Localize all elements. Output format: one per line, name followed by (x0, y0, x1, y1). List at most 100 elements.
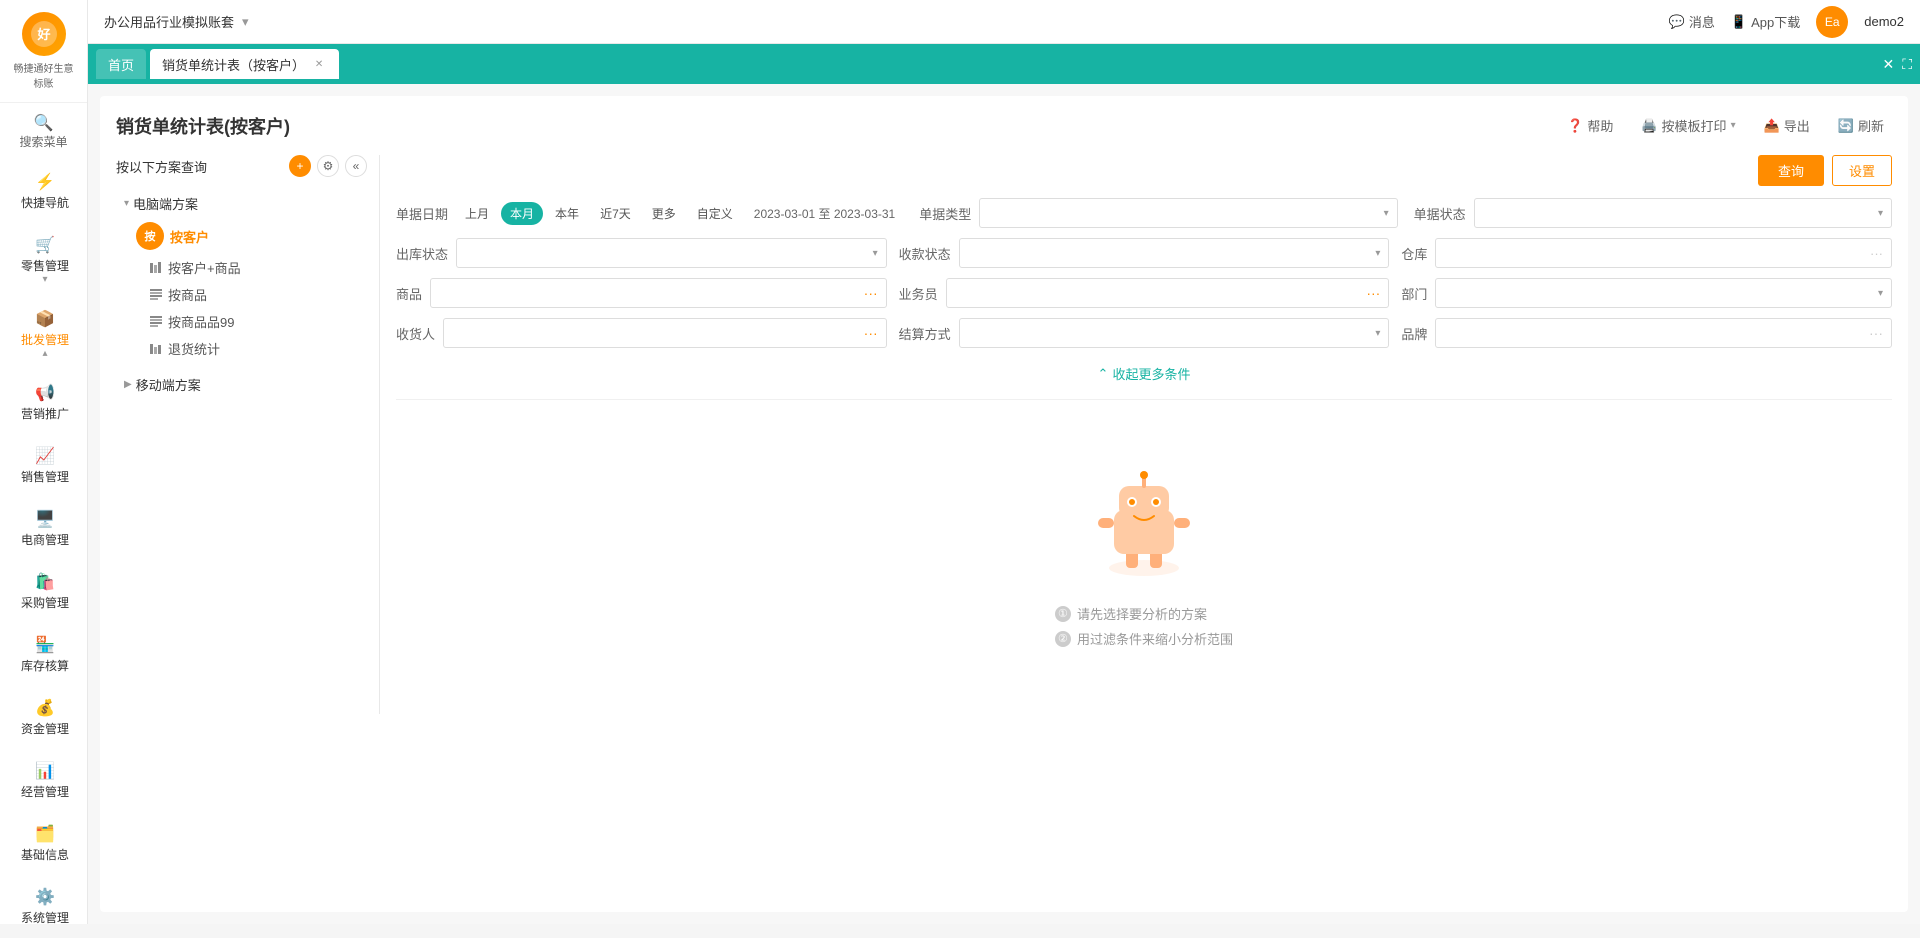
settings-scheme-button[interactable]: ⚙ (317, 155, 339, 177)
sidebar-logo-subtitle: 标账 (8, 75, 79, 90)
salesperson-label: 业务员 (899, 284, 938, 303)
date-btn-custom[interactable]: 自定义 (688, 202, 742, 225)
left-panel-header: 按以下方案查询 + ⚙ « (116, 155, 367, 177)
top-header: 办公用品行业模拟账套 ▾ 💬 消息 📱 App下载 Ea demo2 (88, 0, 1920, 44)
active-dot: 按 (136, 222, 164, 250)
sidebar-item-inventory[interactable]: 🏪 库存核算 (0, 623, 87, 686)
doc-type-select[interactable]: ▾ (979, 198, 1397, 228)
collapse-more-conditions[interactable]: ⌃ 收起更多条件 (396, 356, 1892, 391)
user-name[interactable]: demo2 (1864, 14, 1904, 29)
logo-icon: 好 (22, 12, 66, 56)
action-buttons: 查询 设置 (396, 155, 1892, 186)
date-btn-this-month[interactable]: 本月 (501, 202, 543, 225)
app-download-label: App下载 (1751, 12, 1800, 31)
tree-item-by-customer[interactable]: 按 按客户 (128, 218, 367, 254)
sidebar-item-ecommerce[interactable]: 🖥️ 电商管理 (0, 497, 87, 560)
sidebar-item-quick-nav[interactable]: ⚡ 快捷导航 (0, 160, 87, 223)
date-btn-this-year[interactable]: 本年 (546, 202, 588, 225)
sidebar-wholesale-label: 批发管理 (11, 331, 79, 348)
tab-actions: ✕ ⛶ (1882, 56, 1912, 73)
product-select[interactable]: ··· (430, 278, 887, 308)
sidebar: 好 畅捷通好生意 标账 🔍 搜索菜单 ⚡ 快捷导航 🛒 零售管理 ▾ 📦 批发管… (0, 0, 88, 924)
sidebar-search-label: 搜索菜单 (8, 133, 79, 150)
refresh-button[interactable]: 🔄 刷新 (1830, 112, 1892, 139)
sidebar-item-system[interactable]: ⚙️ 系统管理 (0, 875, 87, 938)
collapse-panel-button[interactable]: « (345, 155, 367, 177)
sidebar-item-basic[interactable]: 🗂️ 基础信息 (0, 812, 87, 875)
app-title: 办公用品行业模拟账套 (104, 12, 234, 31)
export-label: 导出 (1784, 116, 1810, 135)
message-label: 消息 (1689, 12, 1715, 31)
empty-state-tips: ① 请先选择要分析的方案 ② 用过滤条件来缩小分析范围 (1055, 604, 1233, 654)
filter-row-4: 收货人 ··· 结算方式 ▾ (396, 318, 1892, 348)
tab-sales-stat-close[interactable]: ✕ (311, 56, 327, 72)
scheme-tree: ▾ 电脑端方案 按 按客户 (116, 189, 367, 399)
help-label: 帮助 (1587, 116, 1613, 135)
print-icon: 🖨️ (1641, 118, 1657, 134)
sidebar-basic-label: 基础信息 (11, 846, 79, 863)
tab-close-all-icon[interactable]: ✕ (1882, 56, 1894, 73)
sidebar-item-search[interactable]: 🔍 搜索菜单 (0, 103, 87, 160)
tree-by-product-label: 按商品 (168, 285, 207, 304)
tab-home[interactable]: 首页 (96, 49, 146, 79)
doc-status-area: 单据状态 ▾ (1414, 198, 1892, 228)
setting-button[interactable]: 设置 (1832, 155, 1892, 186)
filter-row-1: 单据日期 上月 本月 本年 近7天 更多 自定义 2023-03-01 至 20… (396, 198, 1892, 228)
receiver-select[interactable]: ··· (443, 318, 887, 348)
sidebar-retail-arrow: ▾ (11, 274, 79, 285)
payment-select[interactable]: ▾ (959, 318, 1390, 348)
doc-status-select[interactable]: ▾ (1474, 198, 1892, 228)
warehouse-select[interactable]: ··· (1435, 238, 1892, 268)
tree-item-by-product[interactable]: 按商品 (128, 281, 367, 308)
app-download-button[interactable]: 📱 App下载 (1731, 12, 1800, 31)
sidebar-item-purchase[interactable]: 🛍️ 采购管理 (0, 560, 87, 623)
filter-row-2: 出库状态 ▾ 收款状态 ▾ (396, 238, 1892, 268)
left-panel-tools: + ⚙ « (289, 155, 367, 177)
sidebar-sales-label: 销售管理 (11, 468, 79, 485)
tab-sales-stat[interactable]: 销货单统计表（按客户） ✕ (150, 49, 339, 79)
date-btn-last-month[interactable]: 上月 (456, 202, 498, 225)
tree-item-by-customer-product[interactable]: 按客户+商品 (128, 254, 367, 281)
tree-desktop-label: 电脑端方案 (133, 194, 198, 213)
date-btn-more[interactable]: 更多 (643, 202, 685, 225)
receipt-status-select[interactable]: ▾ (959, 238, 1390, 268)
sidebar-item-ops[interactable]: 📊 经营管理 (0, 749, 87, 812)
payment-label: 结算方式 (899, 324, 951, 343)
receipt-status-label: 收款状态 (899, 244, 951, 263)
add-scheme-button[interactable]: + (289, 155, 311, 177)
print-label: 按模板打印 (1662, 116, 1727, 135)
salesperson-dots: ··· (1366, 285, 1380, 301)
filter-separator (396, 399, 1892, 400)
query-button[interactable]: 查询 (1758, 155, 1824, 186)
brand-select[interactable]: ··· (1435, 318, 1892, 348)
print-dropdown-icon: ▾ (1731, 120, 1736, 131)
tree-item-return-stat[interactable]: 退货统计 (128, 335, 367, 362)
page-inner: 销货单统计表(按客户) ❓ 帮助 🖨️ 按模板打印 ▾ 📤 导出 (100, 96, 1908, 912)
sidebar-inventory-label: 库存核算 (11, 657, 79, 674)
sidebar-item-wholesale[interactable]: 📦 批发管理 ▴ (0, 297, 87, 371)
out-status-select[interactable]: ▾ (456, 238, 887, 268)
tab-expand-icon[interactable]: ⛶ (1902, 56, 1912, 73)
by-product-99-icon (148, 314, 164, 330)
department-select[interactable]: ▾ (1435, 278, 1892, 308)
salesperson-select[interactable]: ··· (946, 278, 1390, 308)
tip-1-num: ① (1055, 606, 1071, 622)
sidebar-item-finance[interactable]: 💰 资金管理 (0, 686, 87, 749)
sidebar-item-retail[interactable]: 🛒 零售管理 ▾ (0, 223, 87, 297)
message-button[interactable]: 💬 消息 (1669, 12, 1715, 31)
tip-1-text: 请先选择要分析的方案 (1077, 604, 1207, 623)
user-avatar[interactable]: Ea (1816, 6, 1848, 38)
page-content: 销货单统计表(按客户) ❓ 帮助 🖨️ 按模板打印 ▾ 📤 导出 (88, 84, 1920, 924)
date-btn-7days[interactable]: 近7天 (591, 202, 640, 225)
sidebar-item-marketing[interactable]: 📢 营销推广 (0, 371, 87, 434)
app-title-dropdown-icon[interactable]: ▾ (242, 14, 249, 30)
tree-by-customer-label: 按客户 (170, 227, 209, 246)
warehouse-area: 仓库 ··· (1401, 238, 1892, 268)
doc-status-arrow: ▾ (1878, 208, 1883, 219)
tree-item-by-product-99[interactable]: 按商品品99 (128, 308, 367, 335)
export-button[interactable]: 📤 导出 (1756, 112, 1818, 139)
help-button[interactable]: ❓ 帮助 (1559, 112, 1621, 139)
sidebar-wholesale-arrow: ▴ (11, 348, 79, 359)
print-button[interactable]: 🖨️ 按模板打印 ▾ (1633, 112, 1743, 139)
sidebar-item-sales-mgmt[interactable]: 📈 销售管理 (0, 434, 87, 497)
